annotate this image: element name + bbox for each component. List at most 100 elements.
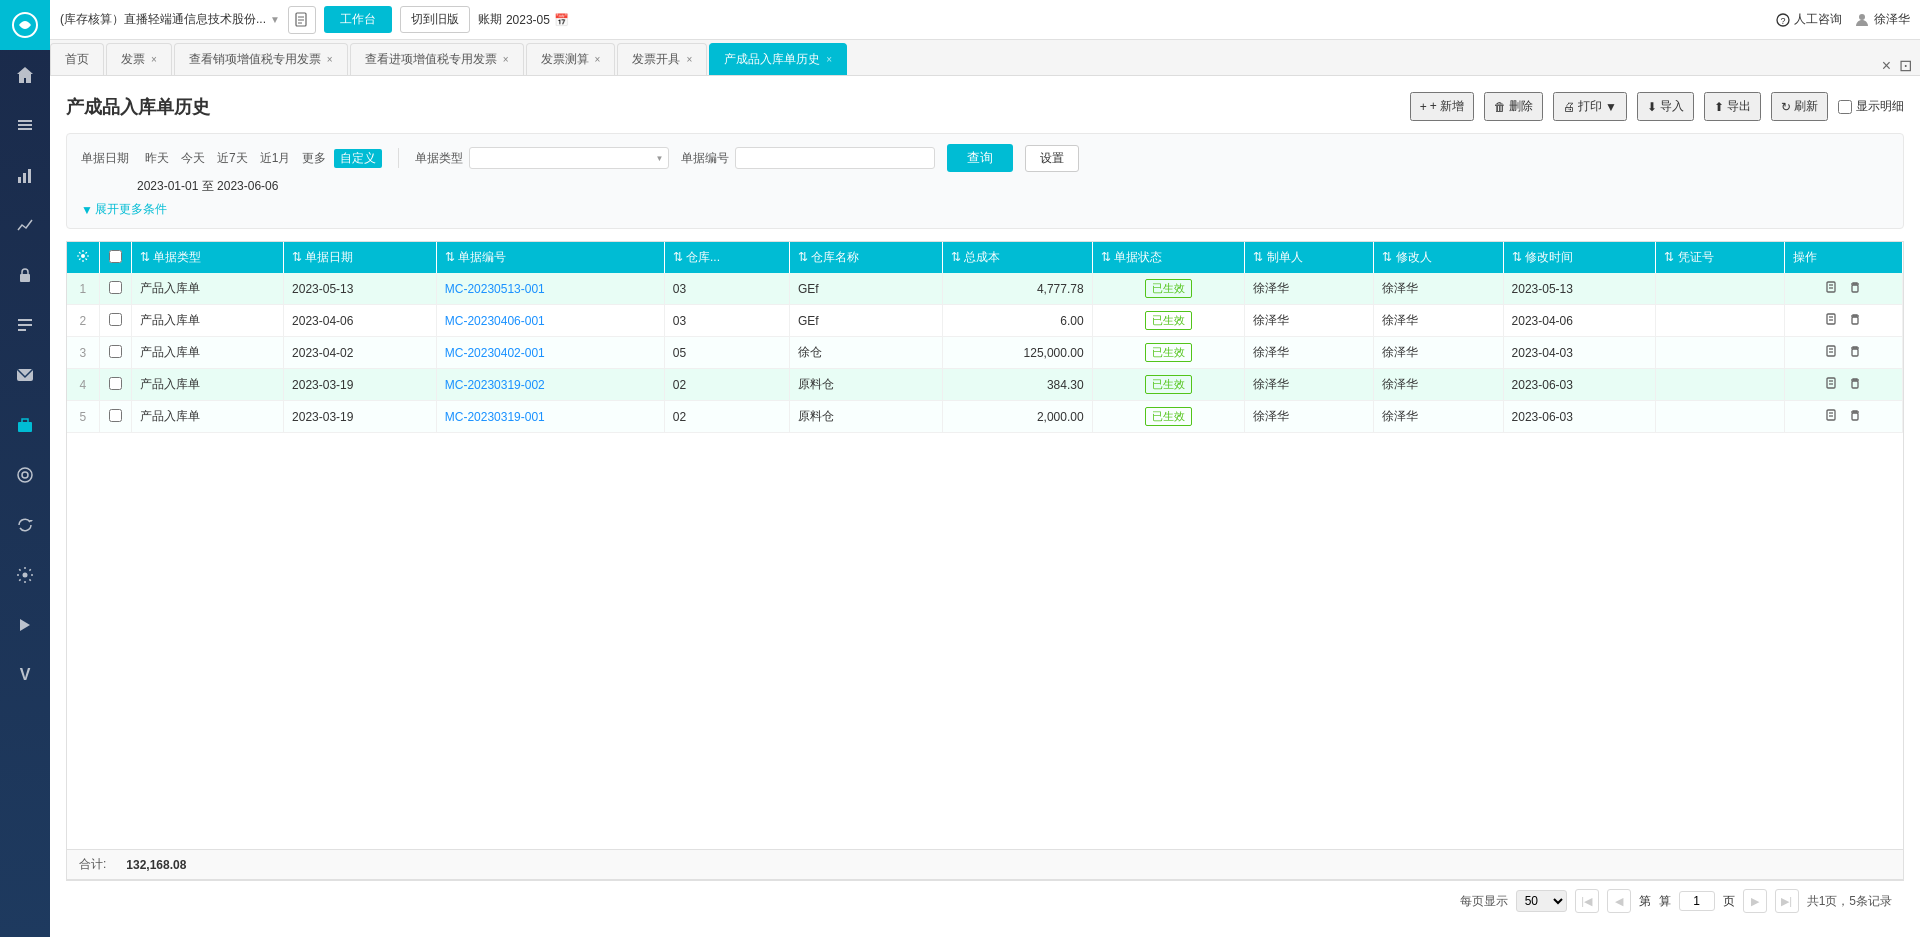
row-checkbox[interactable] [109, 345, 122, 358]
th-status-sort-icon[interactable]: ⇅ [1101, 250, 1111, 264]
edit-button[interactable] [1822, 280, 1842, 297]
tab-issue[interactable]: 发票开具 × [617, 43, 707, 75]
import-button[interactable]: ⬇ 导入 [1637, 92, 1694, 121]
th-settings[interactable] [67, 242, 99, 273]
th-creator-sort-icon[interactable]: ⇅ [1253, 250, 1263, 264]
row-number-link[interactable]: MC-20230319-002 [445, 378, 545, 392]
select-all-checkbox[interactable] [109, 250, 122, 263]
shortcut-7days[interactable]: 近7天 [213, 149, 252, 168]
sidebar-item-sync[interactable] [0, 500, 50, 550]
show-detail-checkbox[interactable] [1838, 100, 1852, 114]
sidebar-item-analytics[interactable] [0, 200, 50, 250]
tab-calc-close[interactable]: × [595, 54, 601, 65]
company-selector[interactable]: (库存核算）直播轻端通信息技术股份... ▼ [60, 11, 280, 28]
sidebar-item-play[interactable] [0, 600, 50, 650]
period-calendar-icon[interactable]: 📅 [554, 13, 569, 27]
refresh-button[interactable]: ↻ 刷新 [1771, 92, 1828, 121]
sidebar-item-list[interactable] [0, 300, 50, 350]
tab-expand-icon[interactable]: ⊡ [1899, 56, 1912, 75]
th-voucher-sort-icon[interactable]: ⇅ [1664, 250, 1674, 264]
row-number-link[interactable]: MC-20230513-001 [445, 282, 545, 296]
th-warehouse-name-sort-icon[interactable]: ⇅ [798, 250, 808, 264]
prev-page-button[interactable]: ◀ [1607, 889, 1631, 913]
switch-old-version-button[interactable]: 切到旧版 [400, 6, 470, 33]
tab-sales-invoice-close[interactable]: × [327, 54, 333, 65]
page-number-input[interactable] [1679, 891, 1715, 911]
row-check[interactable] [99, 305, 131, 337]
tab-sales-invoice[interactable]: 查看销项增值税专用发票 × [174, 43, 348, 75]
shortcut-1month[interactable]: 近1月 [256, 149, 295, 168]
export-button[interactable]: ⬆ 导出 [1704, 92, 1761, 121]
delete-row-button[interactable] [1845, 312, 1865, 329]
delete-row-button[interactable] [1845, 408, 1865, 425]
next-page-button[interactable]: ▶ [1743, 889, 1767, 913]
show-detail-toggle[interactable]: 显示明细 [1838, 98, 1904, 115]
tab-close-all-icon[interactable]: × [1882, 57, 1891, 75]
row-check[interactable] [99, 337, 131, 369]
tab-home[interactable]: 首页 [50, 43, 104, 75]
type-select[interactable] [469, 147, 669, 169]
row-checkbox[interactable] [109, 313, 122, 326]
last-page-button[interactable]: ▶| [1775, 889, 1799, 913]
sidebar-item-menu[interactable] [0, 100, 50, 150]
row-check[interactable] [99, 401, 131, 433]
edit-button[interactable] [1822, 408, 1842, 425]
shortcut-yesterday[interactable]: 昨天 [141, 149, 173, 168]
set-button[interactable]: 设置 [1025, 145, 1079, 172]
row-number-link[interactable]: MC-20230402-001 [445, 346, 545, 360]
row-checkbox[interactable] [109, 377, 122, 390]
sidebar-item-message[interactable] [0, 350, 50, 400]
query-button[interactable]: 查询 [947, 144, 1013, 172]
tab-purchase-invoice[interactable]: 查看进项增值税专用发票 × [350, 43, 524, 75]
tab-product-inbound[interactable]: 产成品入库单历史 × [709, 43, 847, 75]
delete-button[interactable]: 🗑 删除 [1484, 92, 1543, 121]
th-total-cost-sort-icon[interactable]: ⇅ [951, 250, 961, 264]
th-type-sort-icon[interactable]: ⇅ [140, 250, 150, 264]
sidebar-item-tool[interactable] [0, 450, 50, 500]
row-number-link[interactable]: MC-20230406-001 [445, 314, 545, 328]
row-number: MC-20230406-001 [436, 305, 664, 337]
shortcut-custom[interactable]: 自定义 [334, 149, 382, 168]
new-button[interactable]: + + 新增 [1410, 92, 1474, 121]
delete-row-button[interactable] [1845, 376, 1865, 393]
edit-button[interactable] [1822, 344, 1842, 361]
doc-icon[interactable] [288, 6, 316, 34]
sidebar-item-home[interactable] [0, 50, 50, 100]
shortcut-today[interactable]: 今天 [177, 149, 209, 168]
first-page-button[interactable]: |◀ [1575, 889, 1599, 913]
tab-invoice-close[interactable]: × [151, 54, 157, 65]
delete-row-button[interactable] [1845, 344, 1865, 361]
help-button[interactable]: ? 人工咨询 [1776, 11, 1842, 28]
row-checkbox[interactable] [109, 281, 122, 294]
print-button[interactable]: 🖨 打印 ▼ [1553, 92, 1627, 121]
delete-row-button[interactable] [1845, 280, 1865, 297]
workbench-button[interactable]: 工作台 [324, 6, 392, 33]
th-checkbox[interactable] [99, 242, 131, 273]
sidebar-item-inventory[interactable] [0, 400, 50, 450]
page-size-select[interactable]: 50 100 200 [1516, 890, 1567, 912]
row-checkbox[interactable] [109, 409, 122, 422]
tab-calc[interactable]: 发票测算 × [526, 43, 616, 75]
tab-product-inbound-close[interactable]: × [826, 54, 832, 65]
sidebar-item-chart[interactable] [0, 150, 50, 200]
row-check[interactable] [99, 369, 131, 401]
shortcut-more[interactable]: 更多 [298, 149, 330, 168]
number-filter-input[interactable] [735, 147, 935, 169]
th-warehouse-code-sort-icon[interactable]: ⇅ [673, 250, 683, 264]
sidebar-item-v[interactable]: V [0, 650, 50, 700]
row-check[interactable] [99, 273, 131, 305]
tab-invoice[interactable]: 发票 × [106, 43, 172, 75]
th-date-sort-icon[interactable]: ⇅ [292, 250, 302, 264]
sidebar-item-lock[interactable] [0, 250, 50, 300]
th-modifier-sort-icon[interactable]: ⇅ [1382, 250, 1392, 264]
tab-issue-close[interactable]: × [686, 54, 692, 65]
expand-more-button[interactable]: ▼ 展开更多条件 [81, 201, 167, 218]
th-number-sort-icon[interactable]: ⇅ [445, 250, 455, 264]
edit-button[interactable] [1822, 312, 1842, 329]
edit-button[interactable] [1822, 376, 1842, 393]
th-modify-time-sort-icon[interactable]: ⇅ [1512, 250, 1522, 264]
row-number-link[interactable]: MC-20230319-001 [445, 410, 545, 424]
user-menu[interactable]: 徐泽华 [1854, 11, 1910, 28]
sidebar-item-settings[interactable] [0, 550, 50, 600]
tab-purchase-invoice-close[interactable]: × [503, 54, 509, 65]
